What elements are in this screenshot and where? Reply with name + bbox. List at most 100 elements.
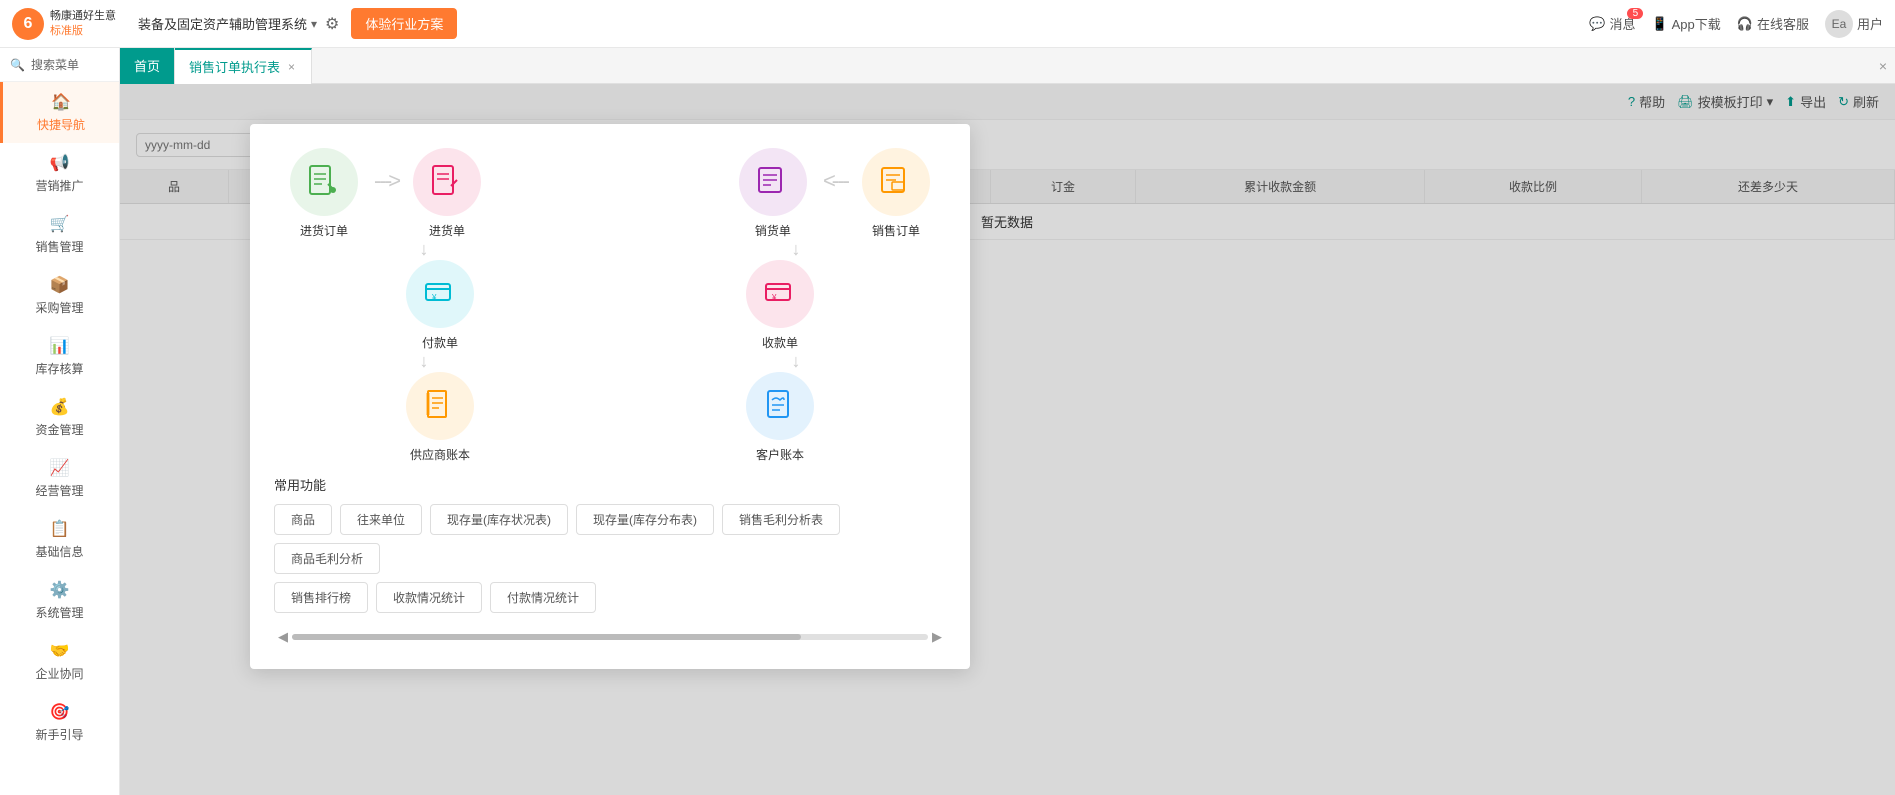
sidebar-item-newbie[interactable]: 🎯 新手引导 xyxy=(0,692,119,753)
common-buttons-container: 商品 往来单位 现存量(库存状况表) 现存量(库存分布表) 销售毛利分析表 商品… xyxy=(274,504,946,574)
system-title-area: 装备及固定资产辅助管理系统 ▾ xyxy=(138,14,317,33)
user-menu-button[interactable]: Ea 用户 xyxy=(1825,10,1883,38)
common-btn-payment-stats[interactable]: 付款情况统计 xyxy=(490,582,596,613)
sales-slip-label: 销货单 xyxy=(755,222,791,239)
logo-area: 6 畅康通好生意 标准版 xyxy=(12,8,122,40)
home-icon: 🏠 xyxy=(51,92,71,112)
svg-text:¥: ¥ xyxy=(431,293,437,302)
common-buttons-row2: 销售排行榜 收款情况统计 付款情况统计 xyxy=(274,582,946,613)
flow-node-customer-ledger[interactable]: 客户账本 xyxy=(730,372,830,463)
common-btn-product[interactable]: 商品 xyxy=(274,504,332,535)
trial-button[interactable]: 体验行业方案 xyxy=(351,8,457,39)
sidebar-item-quick-nav[interactable]: 🏠 快捷导航 xyxy=(0,82,119,143)
arrow-down-4: ↓ xyxy=(746,351,846,372)
sidebar-item-basic[interactable]: 📋 基础信息 xyxy=(0,509,119,570)
search-icon: 🔍 xyxy=(10,58,25,72)
sidebar-item-system[interactable]: ⚙️ 系统管理 xyxy=(0,570,119,631)
flow-node-supplier-ledger[interactable]: 供应商账本 xyxy=(390,372,490,463)
common-btn-receipt-stats[interactable]: 收款情况统计 xyxy=(376,582,482,613)
common-btn-inventory-dist[interactable]: 现存量(库存分布表) xyxy=(576,504,714,535)
common-btn-sales-ranking[interactable]: 销售排行榜 xyxy=(274,582,368,613)
scroll-right-button[interactable]: ▶ xyxy=(928,629,946,645)
arrow-2: <- - - xyxy=(823,168,846,194)
supplier-ledger-label: 供应商账本 xyxy=(410,446,470,463)
sidebar-item-sales[interactable]: 🛒 销售管理 xyxy=(0,204,119,265)
customer-ledger-label: 客户账本 xyxy=(756,446,804,463)
download-icon: 📱 xyxy=(1651,16,1667,32)
receipt-circle: ¥ xyxy=(746,260,814,328)
flow-middle-arrows: ↓ ↓ xyxy=(274,239,946,260)
newbie-icon: 🎯 xyxy=(50,702,70,722)
common-functions-title: 常用功能 xyxy=(274,475,946,494)
sales-order-circle xyxy=(862,148,930,216)
flow-node-payment-slip[interactable]: ¥ 付款单 xyxy=(390,260,490,351)
top-bar: 6 畅康通好生意 标准版 装备及固定资产辅助管理系统 ▾ ⚙ 体验行业方案 💬 … xyxy=(0,0,1895,48)
enterprise-icon: 🤝 xyxy=(50,641,70,661)
settings-gear-button[interactable]: ⚙ xyxy=(325,14,339,34)
flow-lower-arrows: ↓ ↓ xyxy=(274,351,946,372)
common-btn-supplier[interactable]: 往来单位 xyxy=(340,504,422,535)
sidebar: 🔍 搜索菜单 🏠 快捷导航 📢 营销推广 🛒 销售管理 📦 采购管理 📊 xyxy=(0,48,120,795)
tab-sales-order[interactable]: 销售订单执行表 × xyxy=(175,48,312,84)
tab-bar: 首页 销售订单执行表 × × xyxy=(120,48,1895,84)
logo-icon: 6 xyxy=(12,8,44,40)
sidebar-item-inventory[interactable]: 📊 库存核算 xyxy=(0,326,119,387)
system-dropdown-button[interactable]: ▾ xyxy=(311,17,317,31)
sidebar-item-finance[interactable]: 💰 资金管理 xyxy=(0,387,119,448)
purchase-slip-label: 进货单 xyxy=(429,222,465,239)
sales-order-label: 销售订单 xyxy=(872,222,920,239)
operation-icon: 📈 xyxy=(50,458,70,478)
svg-text:¥: ¥ xyxy=(771,293,777,302)
common-btn-product-margin[interactable]: 商品毛利分析 xyxy=(274,543,380,574)
supplier-ledger-circle xyxy=(406,372,474,440)
online-service-button[interactable]: 🎧 在线客服 xyxy=(1737,14,1809,33)
purchase-order-label: 进货订单 xyxy=(300,222,348,239)
tab-home[interactable]: 首页 xyxy=(120,48,175,84)
flow-node-sales-slip[interactable]: 销货单 xyxy=(739,148,807,239)
purchase-icon: 📦 xyxy=(50,275,70,295)
purchase-slip-circle xyxy=(413,148,481,216)
purchase-order-circle xyxy=(290,148,358,216)
arrow-1: - - -> xyxy=(374,168,397,194)
service-icon: 🎧 xyxy=(1737,16,1753,32)
common-btn-inventory-status[interactable]: 现存量(库存状况表) xyxy=(430,504,568,535)
flow-bottom-row: 供应商账本 客户账本 xyxy=(274,372,946,463)
flow-top-row: 进货订单 - - -> 进货单 xyxy=(274,148,946,239)
flow-node-purchase-slip[interactable]: 进货单 xyxy=(413,148,481,239)
avatar: Ea xyxy=(1825,10,1853,38)
sidebar-item-purchase[interactable]: 📦 采购管理 xyxy=(0,265,119,326)
flow-diagram: 进货订单 - - -> 进货单 xyxy=(274,148,946,463)
flow-modal: 进货订单 - - -> 进货单 xyxy=(250,124,970,669)
scroll-track xyxy=(292,634,928,640)
flow-node-purchase-order[interactable]: 进货订单 xyxy=(290,148,358,239)
sidebar-item-operation[interactable]: 📈 经营管理 xyxy=(0,448,119,509)
page-content: ? 帮助 🖨 按模板打印 ▾ ⬆ 导出 ↻ 刷新 xyxy=(120,84,1895,795)
tab-close-icon[interactable]: × xyxy=(286,60,297,74)
arrow-down-3: ↓ xyxy=(374,351,474,372)
payment-slip-label: 付款单 xyxy=(422,334,458,351)
system-title: 装备及固定资产辅助管理系统 xyxy=(138,14,307,33)
sidebar-search-button[interactable]: 🔍 搜索菜单 xyxy=(0,48,119,82)
message-badge: 5 xyxy=(1627,8,1643,19)
message-button[interactable]: 💬 消息 5 xyxy=(1589,14,1635,33)
app-download-button[interactable]: 📱 App下载 xyxy=(1651,14,1720,33)
scroll-thumb xyxy=(292,634,801,640)
flow-node-sales-order[interactable]: 销售订单 xyxy=(862,148,930,239)
sales-icon: 🛒 xyxy=(50,214,70,234)
arrow-down-2: ↓ xyxy=(746,239,846,260)
tab-close-all-icon[interactable]: × xyxy=(1879,58,1887,74)
logo-text: 畅康通好生意 标准版 xyxy=(50,9,116,38)
message-icon: 💬 xyxy=(1589,16,1605,32)
scroll-left-button[interactable]: ◀ xyxy=(274,629,292,645)
top-right-actions: 💬 消息 5 📱 App下载 🎧 在线客服 Ea 用户 xyxy=(1589,10,1883,38)
sidebar-item-marketing[interactable]: 📢 营销推广 xyxy=(0,143,119,204)
basic-icon: 📋 xyxy=(50,519,70,539)
marketing-icon: 📢 xyxy=(50,153,70,173)
common-btn-sales-margin[interactable]: 销售毛利分析表 xyxy=(722,504,840,535)
flow-node-receipt-slip[interactable]: ¥ 收款单 xyxy=(730,260,830,351)
common-functions-section: 常用功能 商品 往来单位 现存量(库存状况表) 现存量(库存分布表) 销售毛利分… xyxy=(274,475,946,613)
sidebar-item-enterprise[interactable]: 🤝 企业协同 xyxy=(0,631,119,692)
modal-scrollbar: ◀ ▶ xyxy=(274,629,946,645)
content-area: 首页 销售订单执行表 × × ? 帮助 🖨 按 xyxy=(120,48,1895,795)
main-area: 🔍 搜索菜单 🏠 快捷导航 📢 营销推广 🛒 销售管理 📦 采购管理 📊 xyxy=(0,48,1895,795)
